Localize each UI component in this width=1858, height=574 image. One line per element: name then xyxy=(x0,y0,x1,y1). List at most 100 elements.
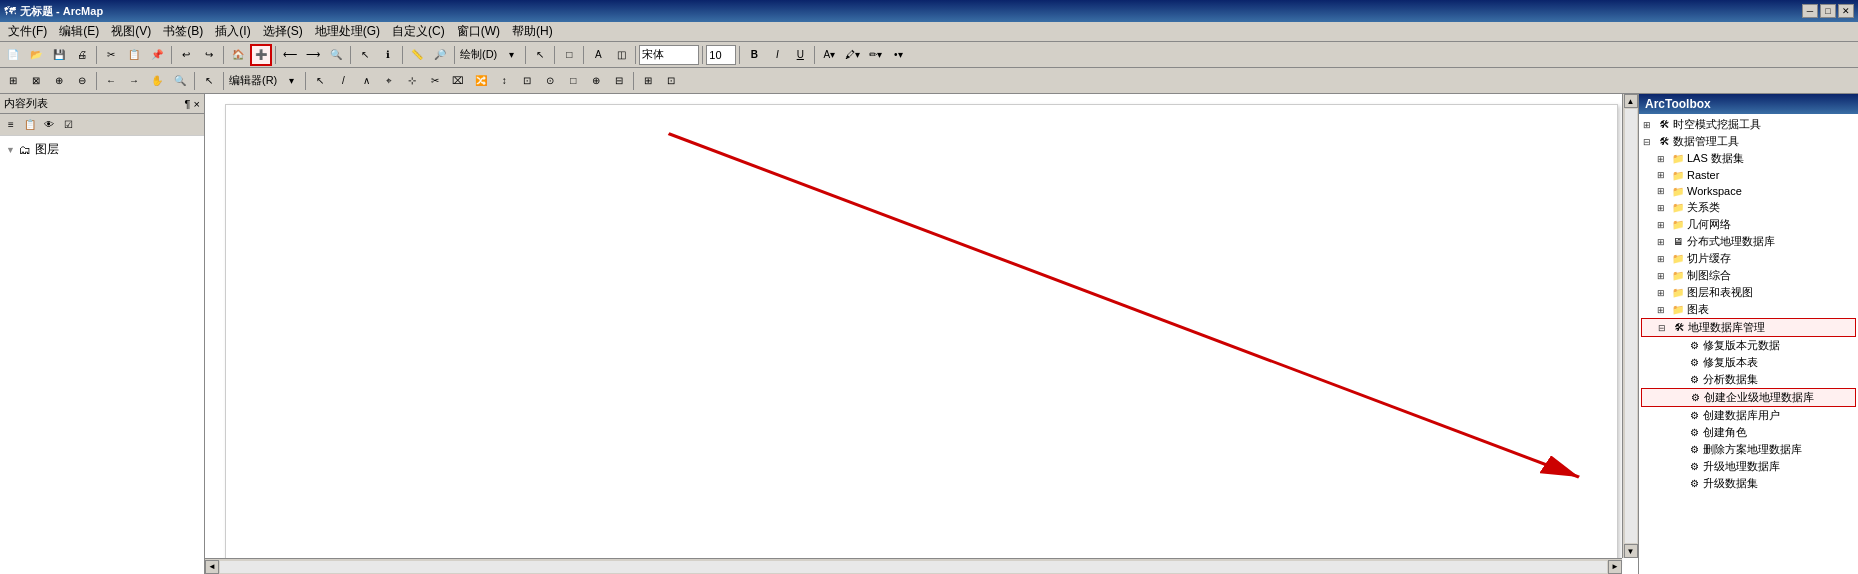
menu-view[interactable]: 视图(V) xyxy=(105,21,157,42)
scroll-right-btn[interactable]: ► xyxy=(1608,560,1622,574)
full-extent-btn[interactable]: ⊞ xyxy=(2,70,24,92)
extent-btn2[interactable]: ⊠ xyxy=(25,70,47,92)
minimize-button[interactable]: ─ xyxy=(1802,4,1818,18)
bold-btn[interactable]: B xyxy=(743,44,765,66)
tree-item-delete-schemageodb[interactable]: ⚙ 删除方案地理数据库 xyxy=(1641,441,1856,458)
edit-tool13[interactable]: ⊕ xyxy=(585,70,607,92)
list-by-drawing-btn[interactable]: ≡ xyxy=(2,116,20,134)
cut-btn[interactable]: ✂ xyxy=(100,44,122,66)
tree-item-chart[interactable]: ⊞ 📁 图表 xyxy=(1641,301,1856,318)
pointer-btn[interactable]: ↖ xyxy=(529,44,551,66)
edit-tool9[interactable]: ↕ xyxy=(493,70,515,92)
tree-item-distributed[interactable]: ⊞ 🖥 分布式地理数据库 xyxy=(1641,233,1856,250)
tree-item-fix-meta[interactable]: ⚙ 修复版本元数据 xyxy=(1641,337,1856,354)
map-area[interactable]: ▲ ▼ ◄ ► xyxy=(205,94,1638,574)
tree-item-layerview[interactable]: ⊞ 📁 图层和表视图 xyxy=(1641,284,1856,301)
scroll-up-btn[interactable]: ▲ xyxy=(1624,94,1638,108)
new-btn[interactable]: 📄 xyxy=(2,44,24,66)
underline-btn[interactable]: U xyxy=(789,44,811,66)
tree-item-tilecache[interactable]: ⊞ 📁 切片缓存 xyxy=(1641,250,1856,267)
edit-tool6[interactable]: ✂ xyxy=(424,70,446,92)
menu-select[interactable]: 选择(S) xyxy=(257,21,309,42)
paste-btn[interactable]: 📌 xyxy=(146,44,168,66)
edit-tool14[interactable]: ⊟ xyxy=(608,70,630,92)
edit-tool16[interactable]: ⊡ xyxy=(660,70,682,92)
edit-tool1[interactable]: ↖ xyxy=(309,70,331,92)
font-size-input[interactable] xyxy=(706,45,736,65)
find-btn[interactable]: 🔎 xyxy=(429,44,451,66)
draw-btn1[interactable]: □ xyxy=(558,44,580,66)
next-extent-btn[interactable]: → xyxy=(123,70,145,92)
edit-tool4[interactable]: ⌖ xyxy=(378,70,400,92)
edit-tool7[interactable]: ⌧ xyxy=(447,70,469,92)
menu-window[interactable]: 窗口(W) xyxy=(451,21,506,42)
copy-btn[interactable]: 📋 xyxy=(123,44,145,66)
list-by-source-btn[interactable]: 📋 xyxy=(21,116,39,134)
zoom-rect-btn[interactable]: 🔍 xyxy=(169,70,191,92)
tree-item-las[interactable]: ⊞ 📁 LAS 数据集 xyxy=(1641,150,1856,167)
nav-btn3[interactable]: 🔍 xyxy=(325,44,347,66)
scroll-left-btn[interactable]: ◄ xyxy=(205,560,219,574)
maximize-button[interactable]: □ xyxy=(1820,4,1836,18)
save-btn[interactable]: 💾 xyxy=(48,44,70,66)
line-color-btn[interactable]: ✏▾ xyxy=(864,44,886,66)
edit-tool11[interactable]: ⊙ xyxy=(539,70,561,92)
tree-item-fix-table[interactable]: ⚙ 修复版本表 xyxy=(1641,354,1856,371)
add-data-btn[interactable]: ➕ xyxy=(250,44,272,66)
tree-item-workspace[interactable]: ⊞ 📁 Workspace xyxy=(1641,183,1856,199)
text-btn[interactable]: A xyxy=(587,44,609,66)
tree-item-datamanage[interactable]: ⊟ 🛠 数据管理工具 xyxy=(1641,133,1856,150)
tree-item-geodbmanage[interactable]: ⊟ 🛠 地理数据库管理 xyxy=(1641,318,1856,337)
edit-tool15[interactable]: ⊞ xyxy=(637,70,659,92)
tree-item-relationship[interactable]: ⊞ 📁 关系类 xyxy=(1641,199,1856,216)
menu-geoprocessing[interactable]: 地理处理(G) xyxy=(309,21,386,42)
highlight-btn[interactable]: 🖍▾ xyxy=(841,44,863,66)
editor-dropdown[interactable]: ▾ xyxy=(280,70,302,92)
close-button[interactable]: ✕ xyxy=(1838,4,1854,18)
edit-tool3[interactable]: ∧ xyxy=(355,70,377,92)
open-btn[interactable]: 📂 xyxy=(25,44,47,66)
redo-btn[interactable]: ↪ xyxy=(198,44,220,66)
edit-tool10[interactable]: ⊡ xyxy=(516,70,538,92)
list-by-visibility-btn[interactable]: 👁 xyxy=(40,116,58,134)
menu-file[interactable]: 文件(F) xyxy=(2,21,53,42)
menu-edit[interactable]: 编辑(E) xyxy=(53,21,105,42)
edit-tool2[interactable]: / xyxy=(332,70,354,92)
panel-dock-btn[interactable]: ¶ × xyxy=(185,98,200,110)
zoom-out-btn[interactable]: ⊖ xyxy=(71,70,93,92)
font-color-btn[interactable]: A▾ xyxy=(818,44,840,66)
menu-customize[interactable]: 自定义(C) xyxy=(386,21,451,42)
h-scrollbar[interactable]: ◄ ► xyxy=(205,558,1622,574)
identify-btn[interactable]: ℹ xyxy=(377,44,399,66)
select-btn[interactable]: ↖ xyxy=(354,44,376,66)
zoom-in-btn[interactable]: ⊕ xyxy=(48,70,70,92)
scroll-down-btn[interactable]: ▼ xyxy=(1624,544,1638,558)
edit-tool12[interactable]: □ xyxy=(562,70,584,92)
edit-tool5[interactable]: ⊹ xyxy=(401,70,423,92)
undo-btn[interactable]: ↩ xyxy=(175,44,197,66)
menu-bookmark[interactable]: 书签(B) xyxy=(157,21,209,42)
nav-btn2[interactable]: ⟶ xyxy=(302,44,324,66)
tree-item-cartography[interactable]: ⊞ 📁 制图综合 xyxy=(1641,267,1856,284)
callout-btn[interactable]: ◫ xyxy=(610,44,632,66)
menu-help[interactable]: 帮助(H) xyxy=(506,21,559,42)
select-arrow-btn[interactable]: ↖ xyxy=(198,70,220,92)
nav-btn1[interactable]: ⟵ xyxy=(279,44,301,66)
tree-item-geonetwork[interactable]: ⊞ 📁 几何网络 xyxy=(1641,216,1856,233)
v-scrollbar[interactable]: ▲ ▼ xyxy=(1622,94,1638,558)
print-btn[interactable]: 🖨 xyxy=(71,44,93,66)
layer-group-item[interactable]: ▼ 🗂 图层 xyxy=(4,140,200,159)
list-by-selection-btn[interactable]: ☑ xyxy=(59,116,77,134)
tree-item-create-role[interactable]: ⚙ 创建角色 xyxy=(1641,424,1856,441)
prev-extent-btn[interactable]: ← xyxy=(100,70,122,92)
tree-item-create-entgeodb[interactable]: ⚙ 创建企业级地理数据库 xyxy=(1641,388,1856,407)
tree-item-timespace[interactable]: ⊞ 🛠 时空模式挖掘工具 xyxy=(1641,116,1856,133)
edit-tool8[interactable]: 🔀 xyxy=(470,70,492,92)
tree-item-raster[interactable]: ⊞ 📁 Raster xyxy=(1641,167,1856,183)
tree-item-create-dbuser[interactable]: ⚙ 创建数据库用户 xyxy=(1641,407,1856,424)
menu-insert[interactable]: 插入(I) xyxy=(209,21,256,42)
arcmap-home-btn[interactable]: 🏠 xyxy=(227,44,249,66)
tree-item-analyze-dataset[interactable]: ⚙ 分析数据集 xyxy=(1641,371,1856,388)
italic-btn[interactable]: I xyxy=(766,44,788,66)
draw-dropdown[interactable]: ▾ xyxy=(500,44,522,66)
